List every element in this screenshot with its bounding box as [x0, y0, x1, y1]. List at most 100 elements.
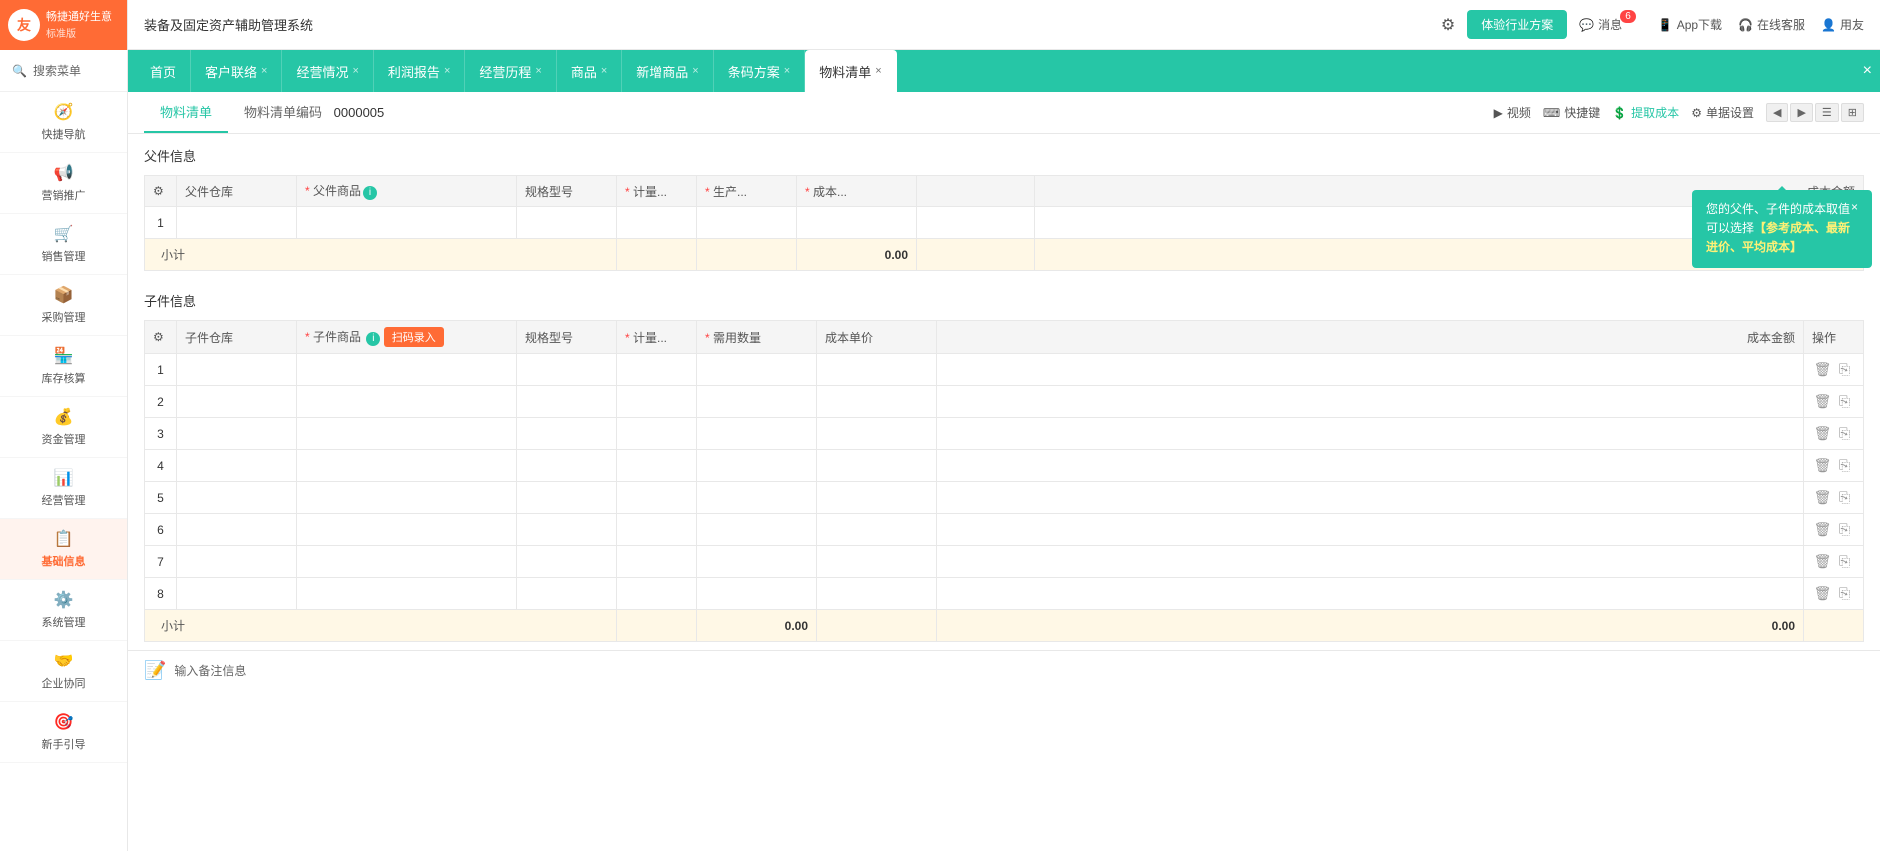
- child-row-5-spec[interactable]: [517, 482, 617, 514]
- delete-icon-2[interactable]: 🗑: [1814, 393, 1832, 411]
- sidebar-item-system[interactable]: ⚙️ 系统管理: [0, 580, 127, 641]
- tab-operation-status-close[interactable]: ×: [352, 65, 358, 77]
- extract-cost-button[interactable]: 💲 提取成本: [1612, 104, 1679, 121]
- child-row-7-price[interactable]: [817, 546, 937, 578]
- sidebar-item-operation[interactable]: 📊 经营管理: [0, 458, 127, 519]
- scan-input-button[interactable]: 扫码录入: [384, 327, 444, 347]
- copy-icon-4[interactable]: ⎘: [1836, 457, 1854, 475]
- tab-barcode-close[interactable]: ×: [784, 65, 790, 77]
- tab-bom[interactable]: 物料清单 ×: [805, 50, 896, 92]
- child-row-4-unit[interactable]: [617, 450, 697, 482]
- parent-product-info-icon[interactable]: i: [363, 186, 377, 200]
- child-row-5-unit[interactable]: [617, 482, 697, 514]
- tab-add-product-close[interactable]: ×: [692, 65, 698, 77]
- child-row-8-spec[interactable]: [517, 578, 617, 610]
- child-row-5-price[interactable]: [817, 482, 937, 514]
- delete-icon-5[interactable]: 🗑: [1814, 489, 1832, 507]
- child-row-1-product[interactable]: [297, 354, 517, 386]
- child-row-1-warehouse[interactable]: [177, 354, 297, 386]
- sidebar-item-basic[interactable]: 📋 基础信息: [0, 519, 127, 580]
- single-settings-button[interactable]: ⚙ 单据设置: [1691, 104, 1754, 121]
- app-download-button[interactable]: 📱 App下载: [1658, 16, 1722, 33]
- nav-expand-button[interactable]: ⊞: [1841, 103, 1864, 122]
- tab-products-close[interactable]: ×: [601, 65, 607, 77]
- view-video-button[interactable]: ▶ 视频: [1494, 104, 1531, 121]
- tab-operation-status[interactable]: 经营情况 ×: [282, 50, 373, 92]
- child-row-1-spec[interactable]: [517, 354, 617, 386]
- nav-list-button[interactable]: ☰: [1815, 103, 1839, 122]
- parent-row-1-product[interactable]: [297, 207, 517, 239]
- child-row-3-qty[interactable]: [697, 418, 817, 450]
- child-row-1-unit[interactable]: [617, 354, 697, 386]
- sidebar-item-purchase[interactable]: 📦 采购管理: [0, 275, 127, 336]
- child-row-2-product[interactable]: [297, 386, 517, 418]
- child-row-3-warehouse[interactable]: [177, 418, 297, 450]
- child-row-6-unit[interactable]: [617, 514, 697, 546]
- copy-icon-7[interactable]: ⎘: [1836, 553, 1854, 571]
- parent-row-1-spec[interactable]: [517, 207, 617, 239]
- parent-row-1-prod[interactable]: [697, 207, 797, 239]
- sidebar-item-enterprise[interactable]: 🤝 企业协同: [0, 641, 127, 702]
- delete-icon-8[interactable]: 🗑: [1814, 585, 1832, 603]
- child-product-info-icon[interactable]: i: [366, 332, 380, 346]
- child-row-1-qty[interactable]: [697, 354, 817, 386]
- tab-customer[interactable]: 客户联络 ×: [191, 50, 282, 92]
- child-row-4-warehouse[interactable]: [177, 450, 297, 482]
- shortcut-button[interactable]: ⌨ 快捷键: [1543, 104, 1600, 121]
- sidebar-item-finance[interactable]: 💰 资金管理: [0, 397, 127, 458]
- tab-home[interactable]: 首页: [136, 50, 191, 92]
- user-button[interactable]: 👤 用友: [1821, 16, 1864, 33]
- parent-row-1-unit[interactable]: [617, 207, 697, 239]
- child-row-8-qty[interactable]: [697, 578, 817, 610]
- close-all-tabs-button[interactable]: ×: [1863, 62, 1872, 80]
- trial-button[interactable]: 体验行业方案: [1467, 10, 1567, 39]
- parent-row-1-warehouse[interactable]: [177, 207, 297, 239]
- child-row-7-unit[interactable]: [617, 546, 697, 578]
- child-row-3-product[interactable]: [297, 418, 517, 450]
- child-row-8-unit[interactable]: [617, 578, 697, 610]
- child-row-8-product[interactable]: [297, 578, 517, 610]
- child-row-4-qty[interactable]: [697, 450, 817, 482]
- parent-col-settings[interactable]: ⚙: [145, 176, 177, 207]
- child-row-3-price[interactable]: [817, 418, 937, 450]
- delete-icon-6[interactable]: 🗑: [1814, 521, 1832, 539]
- copy-icon-6[interactable]: ⎘: [1836, 521, 1854, 539]
- tab-customer-close[interactable]: ×: [261, 65, 267, 77]
- tab-bom-close[interactable]: ×: [875, 65, 881, 77]
- child-row-3-unit[interactable]: [617, 418, 697, 450]
- child-row-5-warehouse[interactable]: [177, 482, 297, 514]
- tab-profit-close[interactable]: ×: [444, 65, 450, 77]
- tab-barcode[interactable]: 条码方案 ×: [714, 50, 805, 92]
- message-button[interactable]: 💬 消息 6: [1579, 16, 1642, 33]
- child-row-2-warehouse[interactable]: [177, 386, 297, 418]
- child-row-7-qty[interactable]: [697, 546, 817, 578]
- subtab-bom-code[interactable]: 物料清单编码 0000005: [228, 92, 400, 133]
- child-row-2-spec[interactable]: [517, 386, 617, 418]
- nav-prev-button[interactable]: ◀: [1766, 103, 1788, 122]
- search-menu-button[interactable]: 🔍 搜索菜单: [8, 58, 119, 83]
- child-row-5-qty[interactable]: [697, 482, 817, 514]
- copy-icon-2[interactable]: ⎘: [1836, 393, 1854, 411]
- child-col-settings[interactable]: ⚙: [145, 321, 177, 354]
- child-row-7-product[interactable]: [297, 546, 517, 578]
- delete-icon-1[interactable]: 🗑: [1814, 361, 1832, 379]
- copy-icon-5[interactable]: ⎘: [1836, 489, 1854, 507]
- child-row-8-price[interactable]: [817, 578, 937, 610]
- tooltip-close-button[interactable]: ×: [1851, 200, 1858, 214]
- tab-products[interactable]: 商品 ×: [557, 50, 622, 92]
- tab-profit[interactable]: 利润报告 ×: [374, 50, 465, 92]
- child-row-6-qty[interactable]: [697, 514, 817, 546]
- child-row-4-product[interactable]: [297, 450, 517, 482]
- child-row-5-product[interactable]: [297, 482, 517, 514]
- sidebar-item-sales[interactable]: 🛒 销售管理: [0, 214, 127, 275]
- sidebar-item-newbie[interactable]: 🎯 新手引导: [0, 702, 127, 763]
- sidebar-item-quick-nav[interactable]: 🧭 快捷导航: [0, 92, 127, 153]
- child-row-3-spec[interactable]: [517, 418, 617, 450]
- tab-add-product[interactable]: 新增商品 ×: [622, 50, 713, 92]
- online-service-button[interactable]: 🎧 在线客服: [1738, 16, 1805, 33]
- child-row-2-unit[interactable]: [617, 386, 697, 418]
- child-row-4-spec[interactable]: [517, 450, 617, 482]
- sidebar-search[interactable]: 🔍 搜索菜单: [0, 50, 127, 92]
- tab-history-close[interactable]: ×: [535, 65, 541, 77]
- sidebar-item-inventory[interactable]: 🏪 库存核算: [0, 336, 127, 397]
